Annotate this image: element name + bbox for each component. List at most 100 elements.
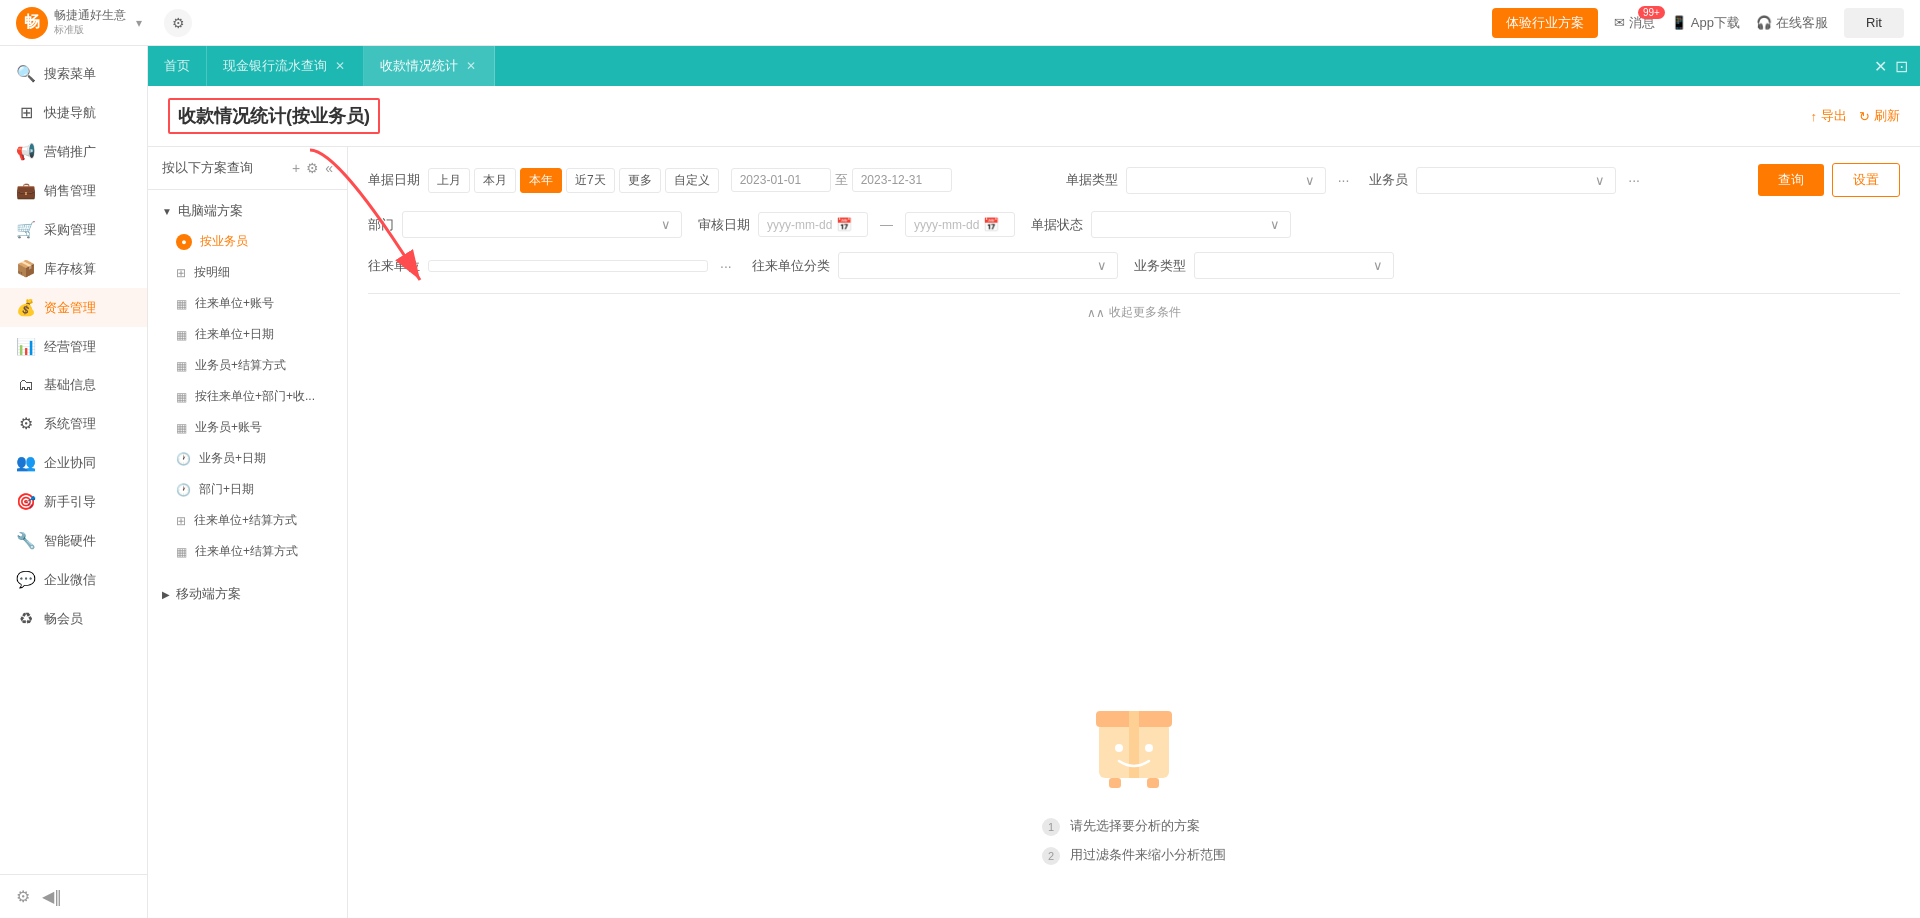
sidebar-item-quick-nav[interactable]: ⊞ 快捷导航 — [0, 93, 147, 132]
logo-dropdown[interactable]: ▾ — [136, 16, 142, 30]
scheme-item-unit-method2[interactable]: ▦ 往来单位+结算方式 — [148, 536, 347, 567]
date-btn-this-year[interactable]: 本年 — [520, 168, 562, 193]
refresh-label: 刷新 — [1874, 107, 1900, 125]
settings-button[interactable]: 设置 — [1832, 163, 1900, 197]
sidebar-item-member[interactable]: ♻ 畅会员 — [0, 599, 147, 638]
salesperson-more-button[interactable]: ··· — [1624, 172, 1644, 188]
partner-more-button[interactable]: ··· — [716, 258, 736, 274]
doctype-select[interactable]: ∨ — [1126, 167, 1326, 194]
trial-solution-button[interactable]: 体验行业方案 — [1492, 8, 1598, 38]
date-btn-this-month[interactable]: 本月 — [474, 168, 516, 193]
scheme-item-salesperson-account[interactable]: ▦ 业务员+账号 — [148, 412, 347, 443]
sidebar-item-sales[interactable]: 💼 销售管理 — [0, 171, 147, 210]
tab-close-all-button[interactable]: ✕ — [1874, 57, 1887, 76]
sidebar-item-basic-info[interactable]: 🗂 基础信息 — [0, 366, 147, 404]
svg-rect-6 — [1147, 778, 1159, 788]
filter-item-docstatus: 单据状态 ∨ — [1031, 211, 1291, 238]
section-desktop-label: 电脑端方案 — [178, 202, 243, 220]
calendar-to-icon: 📅 — [983, 217, 999, 232]
sidebar-item-marketing[interactable]: 📢 营销推广 — [0, 132, 147, 171]
tab-home[interactable]: 首页 — [148, 46, 207, 86]
sidebar-settings-button[interactable]: ⚙ — [16, 887, 30, 906]
sidebar-label-marketing: 营销推广 — [44, 143, 96, 161]
partner-category-select[interactable]: ∨ — [838, 252, 1118, 279]
dept-select[interactable]: ∨ — [402, 211, 682, 238]
sidebar-item-system[interactable]: ⚙ 系统管理 — [0, 404, 147, 443]
audit-date-from[interactable]: yyyy-mm-dd 📅 — [758, 212, 868, 237]
sidebar-item-wechat[interactable]: 💬 企业微信 — [0, 560, 147, 599]
svg-point-4 — [1145, 744, 1153, 752]
svg-rect-5 — [1109, 778, 1121, 788]
user-avatar[interactable]: Rit — [1844, 8, 1904, 38]
date-from-input[interactable] — [731, 168, 831, 192]
scheme-item-dept-date[interactable]: 🕐 部门+日期 — [148, 474, 347, 505]
audit-date-to[interactable]: yyyy-mm-dd 📅 — [905, 212, 1015, 237]
sidebar-item-finance[interactable]: 💰 资金管理 — [0, 288, 147, 327]
sidebar-item-operation[interactable]: 📊 经营管理 — [0, 327, 147, 366]
empty-step-2: 2 用过滤条件来缩小分析范围 — [1042, 846, 1226, 865]
scheme-item-unit-method1[interactable]: ⊞ 往来单位+结算方式 — [148, 505, 347, 536]
scheme-item-salesperson-date[interactable]: 🕐 业务员+日期 — [148, 443, 347, 474]
biz-type-chevron: ∨ — [1373, 258, 1383, 273]
settings-gear-button[interactable]: ⚙ — [164, 9, 192, 37]
online-service-button[interactable]: 🎧 在线客服 — [1756, 14, 1828, 32]
scheme-item-unit-dept-col[interactable]: ▦ 按往来单位+部门+收... — [148, 381, 347, 412]
sidebar-collapse-button[interactable]: ◀‖ — [42, 887, 62, 906]
tab-receipt-stats-close[interactable]: ✕ — [464, 57, 478, 75]
beginner-icon: 🎯 — [16, 492, 36, 511]
filter-area: 单据日期 上月 本月 本年 近7天 更多 自定义 — [348, 147, 1920, 613]
date-label: 单据日期 — [368, 171, 420, 189]
scheme-settings-button[interactable]: ⚙ — [306, 160, 319, 176]
date-btn-custom[interactable]: 自定义 — [665, 168, 719, 193]
header-nav: ⚙ — [164, 9, 1492, 37]
step-2-text: 用过滤条件来缩小分析范围 — [1070, 846, 1226, 864]
doctype-more-button[interactable]: ··· — [1334, 172, 1354, 188]
filter-item-dept: 部门 ∨ — [368, 211, 682, 238]
date-btn-more[interactable]: 更多 — [619, 168, 661, 193]
tab-cash-flow-label: 现金银行流水查询 — [223, 57, 327, 75]
partner-select[interactable] — [428, 260, 708, 272]
scheme-item-by-salesperson[interactable]: ● 按业务员 — [148, 226, 347, 257]
query-button[interactable]: 查询 — [1758, 164, 1824, 196]
app-download-button[interactable]: 📱 App下载 — [1671, 14, 1740, 32]
sidebar-item-smart-hw[interactable]: 🔧 智能硬件 — [0, 521, 147, 560]
tab-cash-flow[interactable]: 现金银行流水查询 ✕ — [207, 46, 364, 86]
filter-item-date: 单据日期 上月 本月 本年 近7天 更多 自定义 — [368, 168, 952, 193]
collapse-icon: ∧∧ — [1087, 306, 1105, 320]
sidebar-item-purchase[interactable]: 🛒 采购管理 — [0, 210, 147, 249]
sidebar-item-search[interactable]: 🔍 搜索菜单 — [0, 54, 147, 93]
scheme-item-detail-label: 按明细 — [194, 264, 230, 281]
refresh-button[interactable]: ↻ 刷新 — [1859, 107, 1900, 125]
unit-dept-icon: ▦ — [176, 390, 187, 404]
finance-icon: 💰 — [16, 298, 36, 317]
sidebar-item-inventory[interactable]: 📦 库存核算 — [0, 249, 147, 288]
scheme-section-desktop-header[interactable]: ▼ 电脑端方案 — [148, 196, 347, 226]
scheme-section-mobile-header[interactable]: ▶ 移动端方案 — [148, 579, 347, 609]
app-name: 畅捷通好生意 — [54, 8, 126, 22]
tab-receipt-stats-label: 收款情况统计 — [380, 57, 458, 75]
sidebar-label-operation: 经营管理 — [44, 338, 96, 356]
filter-buttons: 查询 设置 — [1758, 163, 1900, 197]
scheme-item-unit-date[interactable]: ▦ 往来单位+日期 — [148, 319, 347, 350]
scheme-section-mobile: ▶ 移动端方案 — [148, 573, 347, 615]
tab-cash-flow-close[interactable]: ✕ — [333, 57, 347, 75]
scheme-item-salesperson-method[interactable]: ▦ 业务员+结算方式 — [148, 350, 347, 381]
scheme-collapse-button[interactable]: « — [325, 160, 333, 176]
date-btn-last-month[interactable]: 上月 — [428, 168, 470, 193]
salesperson-select[interactable]: ∨ — [1416, 167, 1616, 194]
scheme-add-button[interactable]: + — [292, 160, 300, 176]
docstatus-select[interactable]: ∨ — [1091, 211, 1291, 238]
tab-receipt-stats[interactable]: 收款情况统计 ✕ — [364, 46, 495, 86]
scheme-item-by-detail[interactable]: ⊞ 按明细 — [148, 257, 347, 288]
scheme-item-unit-account[interactable]: ▦ 往来单位+账号 — [148, 288, 347, 319]
sidebar-item-enterprise[interactable]: 👥 企业协同 — [0, 443, 147, 482]
messages-button[interactable]: ✉ 消息 99+ — [1614, 14, 1655, 32]
export-button[interactable]: ↑ 导出 — [1811, 107, 1848, 125]
date-btn-7days[interactable]: 近7天 — [566, 168, 615, 193]
filter-item-salesperson: 业务员 ∨ ··· — [1369, 167, 1644, 194]
biz-type-select[interactable]: ∨ — [1194, 252, 1394, 279]
sidebar-item-beginner[interactable]: 🎯 新手引导 — [0, 482, 147, 521]
collapse-bar[interactable]: ∧∧ 收起更多条件 — [368, 293, 1900, 331]
date-to-input[interactable] — [852, 168, 952, 192]
tab-maximize-button[interactable]: ⊡ — [1895, 57, 1908, 76]
